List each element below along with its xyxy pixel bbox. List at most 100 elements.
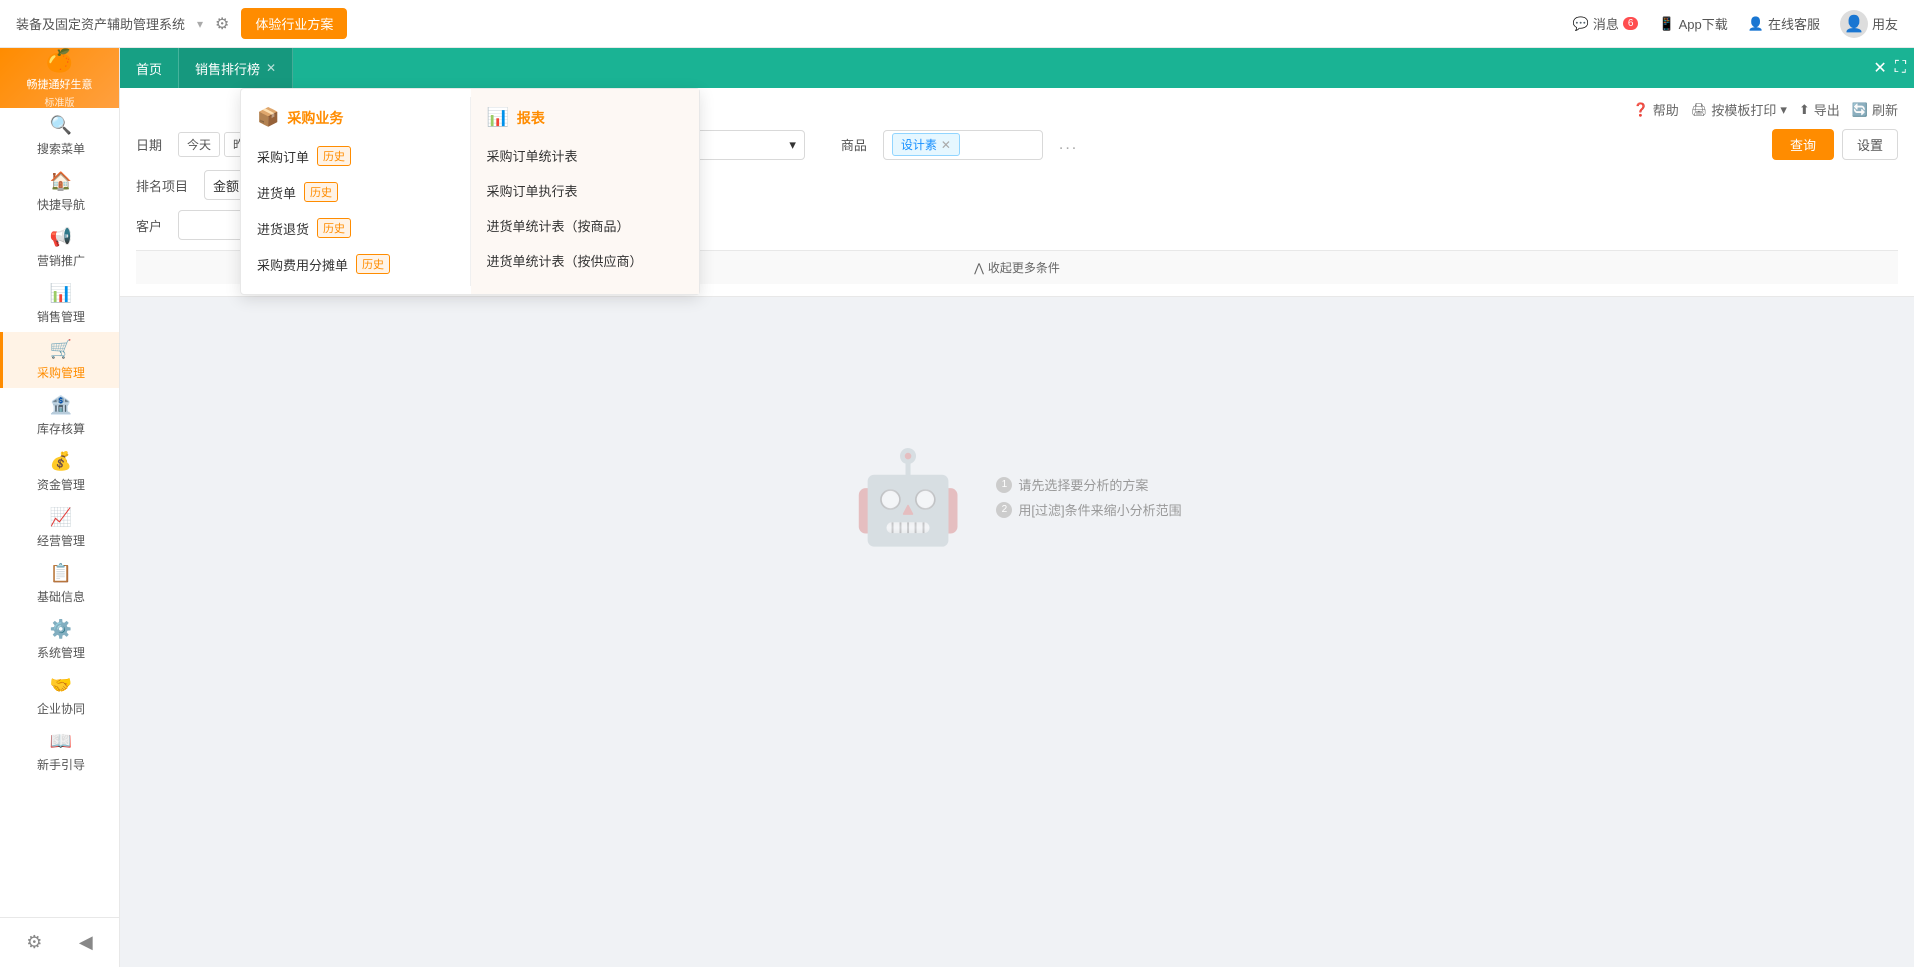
sidebar-item-0[interactable]: 🔍搜索菜单	[0, 108, 119, 164]
user-label: 用友	[1872, 14, 1898, 33]
menu-item-goods-return[interactable]: 进货退货 历史	[241, 210, 470, 246]
print-dropdown-icon: ▾	[1780, 102, 1787, 118]
sidebar-icon-5: 🏦	[50, 395, 72, 416]
voucher-status-arrow-icon: ▾	[789, 137, 796, 153]
app-download-label: App下载	[1679, 14, 1728, 33]
settings-bottom-icon[interactable]: ⚙	[26, 932, 42, 953]
query-button[interactable]: 查询	[1772, 129, 1834, 160]
sidebar-label-6: 资金管理	[37, 476, 85, 493]
menu-item-po-exec-label: 采购订单执行表	[487, 181, 578, 200]
help-button[interactable]: ❓ 帮助	[1633, 100, 1679, 119]
sidebar-label-4: 采购管理	[37, 364, 85, 381]
nav-right: 💬 消息 6 📱 App下载 👤 在线客服 👤 用友	[1573, 10, 1898, 38]
online-service-nav-item[interactable]: 👤 在线客服	[1748, 14, 1820, 33]
date-filter-label: 日期	[136, 135, 162, 154]
tip-num-1: 1	[996, 477, 1012, 493]
refresh-icon: 🔄	[1852, 102, 1868, 118]
menu-item-po-stats-label: 采购订单统计表	[487, 146, 578, 165]
menu-item-goods-receipt-label: 进货单	[257, 183, 296, 202]
message-icon: 💬	[1573, 16, 1589, 32]
headset-icon: 👤	[1748, 16, 1764, 32]
sidebar-bottom: ⚙ ◀	[0, 917, 119, 967]
message-badge: 6	[1623, 17, 1639, 30]
sidebar-item-4[interactable]: 🛒 采购管理	[0, 332, 119, 388]
menu-item-goods-receipt[interactable]: 进货单 历史	[241, 174, 470, 210]
sidebar-icon-11: 📖	[50, 731, 72, 752]
user-nav-item[interactable]: 👤 用友	[1840, 10, 1898, 38]
menu-item-po-stats[interactable]: 采购订单统计表	[471, 138, 700, 173]
sidebar-item-8[interactable]: 📋基础信息	[0, 556, 119, 612]
sidebar-label-0: 搜索菜单	[37, 140, 85, 157]
sidebar-label-2: 营销推广	[37, 252, 85, 269]
menu-item-purchase-expense[interactable]: 采购费用分摊单 历史	[241, 246, 470, 282]
export-icon: ⬆	[1799, 102, 1810, 118]
tab-close-icon[interactable]: ✕	[266, 61, 276, 75]
sidebar-menu: 🔍搜索菜单🏠快捷导航 📢 营销推广 📊销售管理 🛒 采购管理 🏦库存核算💰资金管理📈经营管理…	[0, 108, 119, 917]
goods-label: 商品	[841, 135, 867, 154]
main-layout: 🍊 畅捷通好生意 标准版 🔍搜索菜单🏠快捷导航 📢 营销推广 📊销售管理 🛒 采购管理 🏦库…	[0, 48, 1914, 967]
tab-home[interactable]: 首页	[120, 48, 179, 88]
sidebar-item-3[interactable]: 📊销售管理	[0, 276, 119, 332]
empty-tip-2-text: 用[过滤]条件来缩小分析范围	[1018, 500, 1181, 519]
dropdown-col-purchase: 📦 采购业务 采购订单 历史 进货单 历史 进货退货 历史	[241, 89, 470, 294]
print-button[interactable]: 🖨 按模板打印 ▾	[1691, 100, 1787, 119]
sidebar-item-1[interactable]: 🏠快捷导航	[0, 164, 119, 220]
action-buttons: 查询 设置	[1772, 129, 1898, 160]
sidebar: 🍊 畅捷通好生意 标准版 🔍搜索菜单🏠快捷导航 📢 营销推广 📊销售管理 🛒 采购管理 🏦库…	[0, 48, 120, 967]
sidebar-item-11[interactable]: 📖新手引导	[0, 724, 119, 780]
settings-filter-button[interactable]: 设置	[1842, 129, 1898, 160]
empty-state: 🤖 1 请先选择要分析的方案 2 用[过滤]条件来缩小分析范围	[120, 297, 1914, 697]
logo-line2: 标准版	[45, 94, 75, 109]
sidebar-label-9: 系统管理	[37, 644, 85, 661]
hist-badge-goods-return: 历史	[317, 218, 351, 238]
empty-tip-1: 1 请先选择要分析的方案	[996, 475, 1148, 494]
sidebar-item-9[interactable]: ⚙️系统管理	[0, 612, 119, 668]
phone-icon: 📱	[1658, 16, 1674, 32]
menu-item-receipt-stats-goods[interactable]: 进货单统计表（按商品）	[471, 208, 700, 243]
sidebar-icon-4: 🛒	[50, 339, 72, 360]
menu-item-receipt-stats-supplier[interactable]: 进货单统计表（按供应商）	[471, 243, 700, 278]
sidebar-item-7[interactable]: 📈经营管理	[0, 500, 119, 556]
sidebar-item-5[interactable]: 🏦库存核算	[0, 388, 119, 444]
collapse-sidebar-icon[interactable]: ◀	[79, 932, 93, 953]
tab-close-window-button[interactable]: ✕	[1873, 58, 1886, 78]
dropdown-col-purchase-header: 📦 采购业务	[241, 101, 470, 138]
top-navigation: 装备及固定资产辅助管理系统 ▾ ⚙ 体验行业方案 💬 消息 6 📱 App下载 …	[0, 0, 1914, 48]
nav-left: 装备及固定资产辅助管理系统 ▾ ⚙ 体验行业方案	[16, 8, 1573, 39]
settings-gear-icon[interactable]: ⚙	[215, 14, 229, 34]
menu-item-purchase-order[interactable]: 采购订单 历史	[241, 138, 470, 174]
goods-filter-container[interactable]: 设计素 ✕	[883, 130, 1043, 160]
tab-sales-ranking[interactable]: 销售排行榜 ✕	[179, 48, 293, 88]
sidebar-item-6[interactable]: 💰资金管理	[0, 444, 119, 500]
rank-label: 排名项目	[136, 176, 188, 195]
sidebar-icon-3: 📊	[50, 283, 72, 304]
sidebar-icon-10: 🤝	[50, 675, 72, 696]
goods-tag: 设计素 ✕	[892, 133, 960, 156]
export-label: 导出	[1814, 100, 1840, 119]
sidebar-item-2[interactable]: 📢 营销推广	[0, 220, 119, 276]
user-avatar: 👤	[1840, 10, 1868, 38]
refresh-label: 刷新	[1872, 100, 1898, 119]
system-title: 装备及固定资产辅助管理系统	[16, 14, 185, 33]
goods-more-icon[interactable]: ...	[1059, 136, 1078, 154]
goods-tag-remove-icon[interactable]: ✕	[941, 138, 951, 152]
menu-item-purchase-order-label: 采购订单	[257, 147, 309, 166]
sidebar-item-10[interactable]: 🤝企业协同	[0, 668, 119, 724]
dropdown-arrow-icon[interactable]: ▾	[197, 17, 203, 31]
date-btn-today[interactable]: 今天	[178, 132, 220, 157]
tab-region: 首页 销售排行榜 ✕ ✕ ⛶ 📦 采购业务	[120, 48, 1914, 88]
export-button[interactable]: ⬆ 导出	[1799, 100, 1840, 119]
collapse-arrow-icon: ⋀	[974, 261, 984, 275]
tab-maximize-button[interactable]: ⛶	[1895, 59, 1906, 77]
menu-item-po-exec[interactable]: 采购订单执行表	[471, 173, 700, 208]
message-nav-item[interactable]: 💬 消息 6	[1573, 14, 1639, 33]
industry-solution-button[interactable]: 体验行业方案	[241, 8, 347, 39]
purchase-col-icon: 📦	[257, 107, 279, 128]
refresh-button[interactable]: 🔄 刷新	[1852, 100, 1898, 119]
logo-area: 🍊 畅捷通好生意 标准版	[0, 48, 119, 108]
app-download-nav-item[interactable]: 📱 App下载	[1658, 14, 1727, 33]
content-area: 首页 销售排行榜 ✕ ✕ ⛶ 📦 采购业务	[120, 48, 1914, 967]
menu-item-purchase-expense-label: 采购费用分摊单	[257, 255, 348, 274]
sidebar-icon-2: 📢	[50, 227, 72, 248]
dropdown-col-report-title: 报表	[517, 108, 545, 128]
